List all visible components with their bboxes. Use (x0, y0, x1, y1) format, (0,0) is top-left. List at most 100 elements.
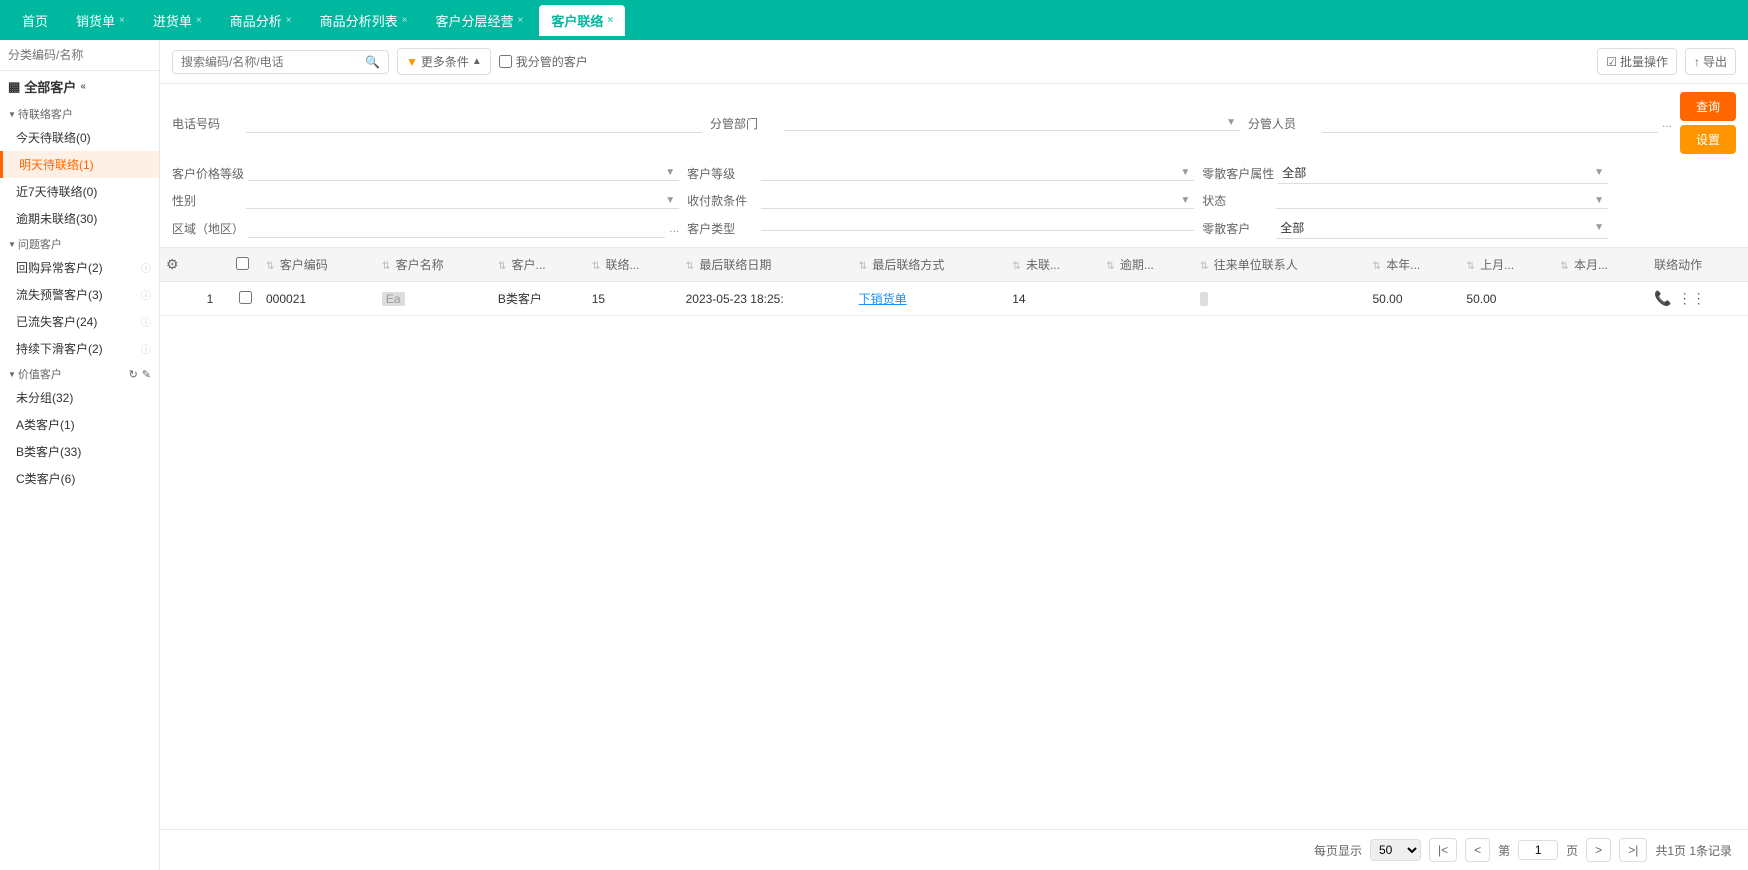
nav-sales[interactable]: 销货单 × (64, 5, 137, 36)
filter-region-ellipsis[interactable]: ... (669, 221, 679, 235)
nav-customer-contact[interactable]: 客户联络 × (539, 5, 625, 36)
refresh-icon[interactable]: ↻ (129, 368, 138, 381)
first-page-btn[interactable]: |< (1429, 838, 1457, 862)
sort-icon-this-month[interactable]: ⇅ (1560, 261, 1568, 272)
search-input[interactable] (181, 55, 361, 69)
sidebar-item-abnormal-repurchase[interactable]: 回购异常客户(2) ⓘ (0, 254, 159, 281)
my-customers-check[interactable]: 我分管的客户 (499, 53, 588, 70)
th-no-contact: ⇅ 未联... (1006, 248, 1100, 282)
nav-goods-analysis-list-close[interactable]: × (402, 15, 408, 26)
filter-person-ellipsis[interactable]: ... (1662, 116, 1672, 130)
filter-retail-attr-select[interactable]: 全部 ▼ (1278, 162, 1608, 184)
nav-sales-close[interactable]: × (119, 15, 125, 26)
sort-icon-method[interactable]: ⇅ (859, 261, 867, 272)
sort-icon-code[interactable]: ⇅ (266, 261, 274, 272)
sort-icon-last-month[interactable]: ⇅ (1466, 261, 1474, 272)
sort-icon-date[interactable]: ⇅ (686, 261, 694, 272)
filter-customer-type-select[interactable] (761, 226, 1194, 231)
my-customers-checkbox[interactable] (499, 55, 512, 68)
sidebar-item-churned[interactable]: 已流失客户(24) ⓘ (0, 308, 159, 335)
filter-payment-select[interactable]: ▼ (761, 193, 1194, 209)
action-more-icon[interactable]: ⋮⋮ (1678, 290, 1706, 307)
sidebar: 🔍 ▦ 全部客户 « ▼ 待联络客户 今天待联络(0) 明天待联络(1) 近7天… (0, 40, 160, 870)
sidebar-item-today-contact[interactable]: 今天待联络(0) (0, 124, 159, 151)
filter-region-input[interactable] (248, 219, 665, 238)
sidebar-item-7days-contact[interactable]: 近7天待联络(0) (0, 178, 159, 205)
row-checkbox[interactable] (239, 291, 252, 304)
sidebar-item-ungrouped[interactable]: 未分组(32) (0, 384, 159, 411)
nav-goods-analysis-list[interactable]: 商品分析列表 × (308, 5, 420, 36)
chevron-down-icon-status: ▼ (1594, 195, 1604, 206)
th-overdue: ⇅ 逾期... (1100, 248, 1194, 282)
th-num (190, 248, 230, 282)
filter-gender-select[interactable]: ▼ (246, 193, 679, 209)
page-size-select[interactable]: 50 100 200 (1370, 839, 1421, 861)
info-icon-1: ⓘ (141, 260, 151, 275)
sidebar-all-customers[interactable]: ▦ 全部客户 « (0, 71, 159, 102)
last-contact-method-link[interactable]: 下销货单 (859, 292, 907, 306)
filter-status-select[interactable]: ▼ (1276, 193, 1608, 209)
nav-home[interactable]: 首页 (10, 5, 60, 36)
chevron-down-icon-gender: ▼ (665, 195, 675, 206)
action-phone-icon[interactable]: 📞 (1654, 290, 1671, 307)
sidebar-item-c-class[interactable]: C类客户(6) (0, 465, 159, 492)
batch-op-btn[interactable]: ☑ 批量操作 (1597, 48, 1677, 75)
sidebar-search-area: 🔍 (0, 40, 159, 71)
search-icon[interactable]: 🔍 (365, 55, 380, 69)
sort-icon-contact[interactable]: ⇅ (592, 261, 600, 272)
filter-customer-level-select[interactable]: ▼ (761, 165, 1194, 181)
nav-customer-segment[interactable]: 客户分层经营 × (423, 5, 535, 36)
reset-btn[interactable]: 设置 (1680, 125, 1736, 154)
filter-phone-input[interactable] (246, 114, 702, 133)
next-page-btn[interactable]: > (1586, 838, 1611, 862)
export-btn[interactable]: ↑ 导出 (1685, 48, 1736, 75)
prev-page-btn[interactable]: < (1465, 838, 1490, 862)
sidebar-item-declining[interactable]: 持续下滑客户(2) ⓘ (0, 335, 159, 362)
query-btn[interactable]: 查询 (1680, 92, 1736, 121)
chevron-down-icon-payment: ▼ (1180, 195, 1190, 206)
filter-retail-customer-select[interactable]: 全部 ▼ (1276, 217, 1608, 239)
last-page-btn[interactable]: >| (1619, 838, 1647, 862)
nav-purchase[interactable]: 进货单 × (141, 5, 214, 36)
content-area: 🔍 ▼ 更多条件 ▲ 我分管的客户 ☑ 批量操作 ↑ 导出 (160, 40, 1748, 870)
sidebar-item-a-class[interactable]: A类客户(1) (0, 411, 159, 438)
filter-price-select[interactable]: ▼ (248, 165, 679, 181)
sort-icon-year[interactable]: ⇅ (1373, 261, 1381, 272)
nav-goods-analysis[interactable]: 商品分析 × (218, 5, 304, 36)
footer: 每页显示 50 100 200 |< < 第 页 > >| 共1页 1条记录 (160, 829, 1748, 870)
nav-goods-analysis-close[interactable]: × (286, 15, 292, 26)
td-this-year: 50.00 (1367, 282, 1461, 316)
sidebar-item-overdue-contact[interactable]: 逾期未联络(30) (0, 205, 159, 232)
gear-icon[interactable]: ⚙ (166, 256, 179, 272)
info-icon-3: ⓘ (141, 314, 151, 329)
sidebar-search-input[interactable] (8, 48, 160, 62)
sidebar-group-problem: ▼ 问题客户 (0, 232, 159, 254)
chevron-down-icon-retail: ▼ (1594, 167, 1604, 178)
sort-icon-type[interactable]: ⇅ (498, 261, 506, 272)
sidebar-item-churn-warning[interactable]: 流失预警客户(3) ⓘ (0, 281, 159, 308)
sidebar-collapse-icon[interactable]: « (80, 81, 86, 92)
sidebar-item-tomorrow-contact[interactable]: 明天待联络(1) (0, 151, 159, 178)
th-action: 联络动作 (1648, 248, 1748, 282)
triangle-icon-2: ▼ (8, 240, 16, 249)
td-action: 📞 ⋮⋮ (1648, 282, 1748, 316)
sort-icon-no-contact[interactable]: ⇅ (1012, 261, 1020, 272)
nav-purchase-close[interactable]: × (196, 15, 202, 26)
nav-customer-segment-close[interactable]: × (517, 15, 523, 26)
filter-dept-select[interactable]: ▼ (784, 115, 1240, 131)
select-all-checkbox[interactable] (236, 257, 249, 270)
sort-icon-company[interactable]: ⇅ (1200, 261, 1208, 272)
page-input[interactable] (1518, 840, 1558, 860)
triangle-icon: ▼ (8, 110, 16, 119)
sort-icon-name[interactable]: ⇅ (382, 261, 390, 272)
table-row: 1 000021 Ea B类客户 15 2023-05-23 18:25: 下销… (160, 282, 1748, 316)
filter-panel: 电话号码 分管部门 ▼ 分管人员 ... 查询 设置 (160, 84, 1748, 248)
filter-person-input[interactable] (1322, 114, 1658, 133)
more-conditions-btn[interactable]: ▼ 更多条件 ▲ (397, 48, 491, 75)
edit-icon[interactable]: ✎ (142, 368, 151, 381)
nav-customer-contact-close[interactable]: × (607, 15, 613, 26)
sidebar-item-b-class[interactable]: B类客户(33) (0, 438, 159, 465)
filter-region: 区域（地区） ... (172, 219, 679, 238)
sidebar-group-value: ▼ 价值客户 ↻ ✎ (0, 362, 159, 384)
sort-icon-overdue[interactable]: ⇅ (1106, 261, 1114, 272)
